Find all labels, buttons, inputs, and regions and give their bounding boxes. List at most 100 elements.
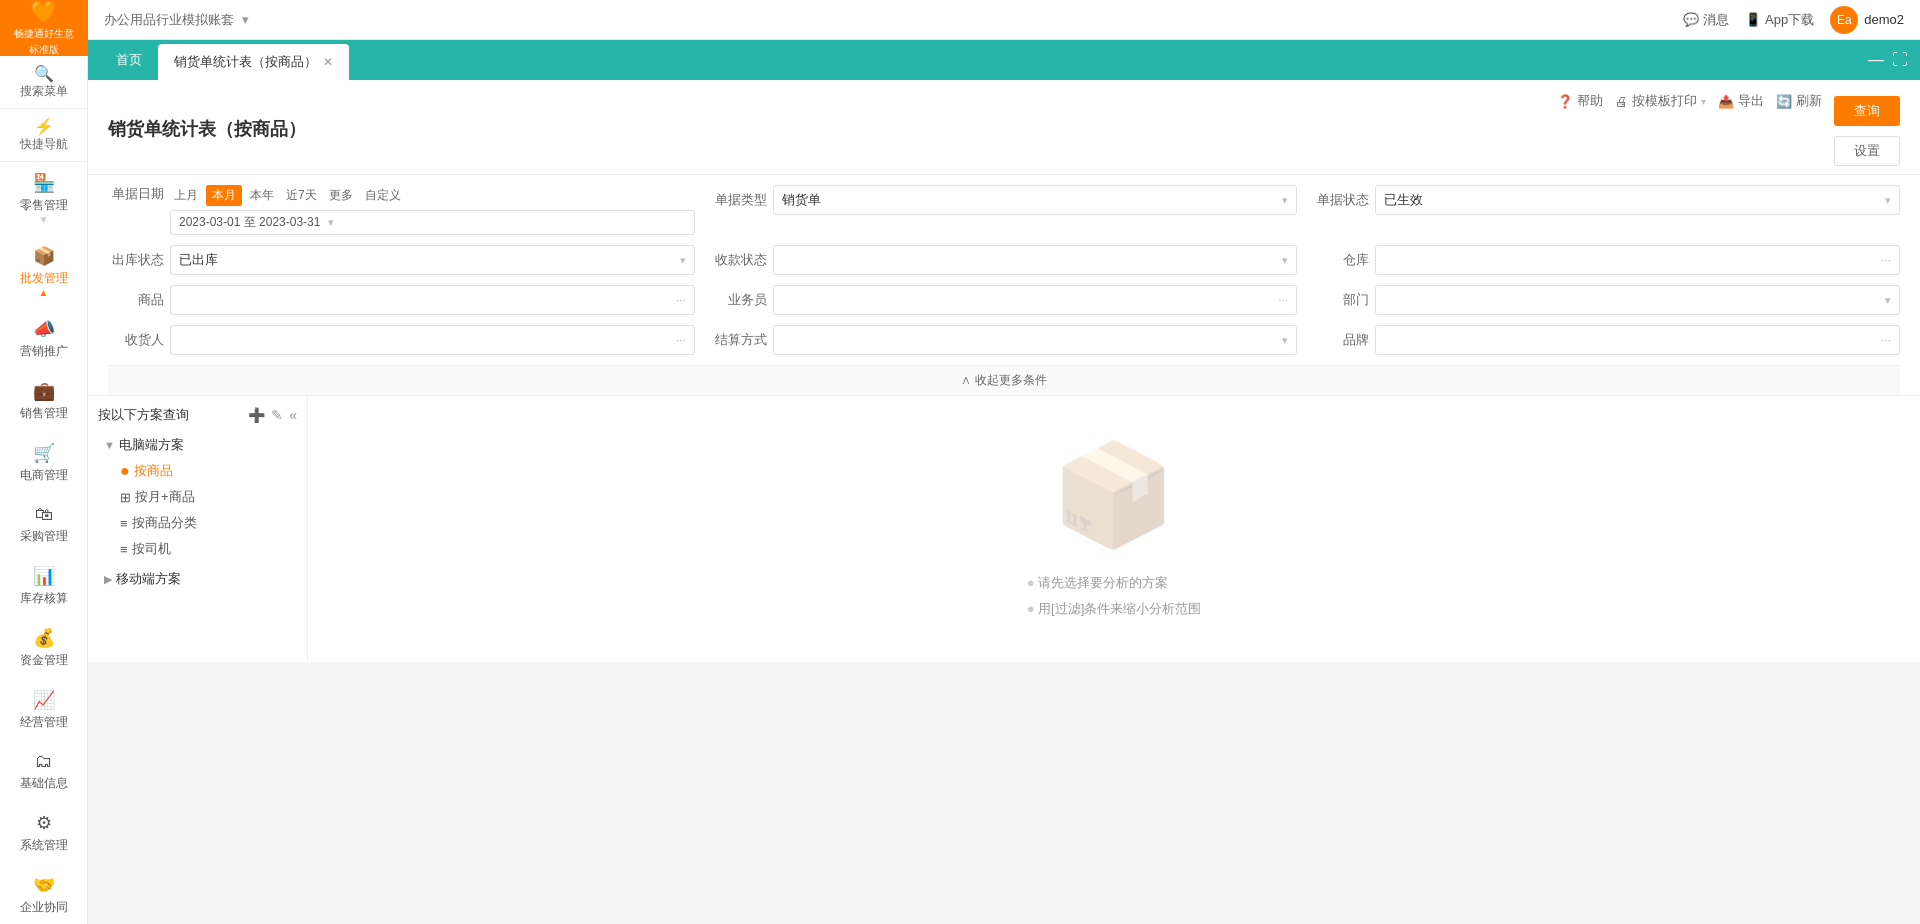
tab-stats[interactable]: 销货单统计表（按商品） ✕ [158,44,349,80]
left-panel-action-group: ➕ ✎ « [248,407,297,423]
date-filter-inputs: 上月 本月 本年 近7天 更多 自定义 2023-03-01 至 2023-03… [170,185,695,235]
date-quick-tabs: 上月 本月 本年 近7天 更多 自定义 [170,185,695,206]
tab-home[interactable]: 首页 [100,40,158,80]
date-tab-custom[interactable]: 自定义 [361,185,405,206]
settle-input[interactable]: ▾ [773,325,1298,355]
collapse-panel-icon[interactable]: « [289,407,297,423]
date-range-value: 2023-03-01 至 2023-03-31 [179,214,320,231]
sidebar-item-retail[interactable]: 🏪 零售管理 ▼ [0,162,87,235]
sidebar-purchase-label: 采购管理 [20,528,68,545]
tab-minimize-icon[interactable]: — [1868,51,1884,69]
tab-bar: 首页 销货单统计表（按商品） ✕ — ⛶ [88,40,1920,80]
out-status-cell: 出库状态 已出库 ▾ [108,245,695,275]
sidebar-search[interactable]: 🔍 搜索菜单 [0,56,87,109]
message-action[interactable]: 💬 消息 [1683,11,1729,29]
date-tab-prev-month[interactable]: 上月 [170,185,202,206]
left-panel-header: 按以下方案查询 ➕ ✎ « [98,406,297,424]
tab-close-icon[interactable]: ✕ [323,55,333,69]
date-tab-more[interactable]: 更多 [325,185,357,206]
settle-label: 结算方式 [711,331,767,349]
sidebar-item-finance[interactable]: 💰 资金管理 [0,617,87,679]
receiver-input[interactable]: ··· [170,325,695,355]
sidebar-item-inventory[interactable]: 📊 库存核算 [0,555,87,617]
sidebar-search-label: 搜索菜单 [0,83,87,100]
filter-row-1: 单据日期 上月 本月 本年 近7天 更多 自定义 2023- [108,185,1900,235]
logo-icon: 🧡 [30,0,57,25]
collect-label: 收款状态 [711,251,767,269]
sidebar-item-purchase[interactable]: 🛍 采购管理 [0,494,87,555]
sales-icon: 💼 [33,380,55,402]
out-status-label: 出库状态 [108,251,164,269]
tree-item-by-month-goods[interactable]: ⊞ 按月+商品 [114,484,297,510]
status-input[interactable]: 已生效 ▾ [1375,185,1900,215]
brand-label: 品牌 [1313,331,1369,349]
out-status-value: 已出库 [179,251,218,269]
tree-item-by-category[interactable]: ≡ 按商品分类 [114,510,297,536]
settings-button[interactable]: 设置 [1834,136,1900,166]
edit-scheme-icon[interactable]: ✎ [271,407,283,423]
dept-arrow: ▾ [1885,294,1891,307]
tab-maximize-icon[interactable]: ⛶ [1892,51,1908,69]
receiver-dots-icon[interactable]: ··· [676,333,686,347]
sidebar-item-collab[interactable]: 🤝 企业协同 [0,864,87,924]
page-title: 销货单统计表（按商品） [108,117,306,141]
sidebar-quick-nav[interactable]: ⚡ 快捷导航 [0,109,87,162]
header-action-group: ❓ 帮助 🖨 按模板打印 ▾ 📤 导出 🔄 [1557,92,1822,110]
sidebar-item-system[interactable]: ⚙ 系统管理 [0,802,87,864]
date-tab-this-month[interactable]: 本月 [206,185,242,206]
empty-steps-list: 请先选择要分析的方案 用[过滤]条件来缩小分析范围 [1027,570,1202,622]
sidebar-item-marketing[interactable]: 📣 营销推广 [0,308,87,370]
app-download-icon: 📱 [1745,12,1761,27]
add-scheme-icon[interactable]: ➕ [248,407,265,423]
goods-dots-icon[interactable]: ··· [676,293,686,307]
receiver-cell: 收货人 ··· [108,325,695,355]
sidebar-inventory-label: 库存核算 [20,590,68,607]
right-content: 📦 请先选择要分析的方案 用[过滤]条件来缩小分析范围 [308,396,1920,662]
sidebar-item-basic[interactable]: 🗂 基础信息 [0,741,87,802]
out-status-input[interactable]: 已出库 ▾ [170,245,695,275]
collapse-bar[interactable]: ∧ 收起更多条件 [108,365,1900,395]
print-btn[interactable]: 🖨 按模板打印 ▾ [1615,92,1706,110]
collect-input[interactable]: ▾ [773,245,1298,275]
driver-icon: ≡ [120,542,128,557]
goods-input[interactable]: ··· [170,285,695,315]
refresh-btn[interactable]: 🔄 刷新 [1776,92,1822,110]
date-tab-this-year[interactable]: 本年 [246,185,278,206]
sidebar-item-wholesale[interactable]: 📦 批发管理 ▲ [0,235,87,308]
type-input[interactable]: 销货单 ▾ [773,185,1298,215]
warehouse-dots-icon[interactable]: ··· [1881,253,1891,267]
print-arrow-icon: ▾ [1701,96,1706,107]
tree-expand-icon: ▼ [104,439,115,451]
brand-dots-icon[interactable]: ··· [1881,333,1891,347]
staff-label: 业务员 [711,291,767,309]
tree-item-by-driver[interactable]: ≡ 按司机 [114,536,297,562]
tree-desktop-group[interactable]: ▼ 电脑端方案 [98,432,297,458]
brand-input[interactable]: ··· [1375,325,1900,355]
tree-item-by-goods[interactable]: ● 按商品 [114,458,297,484]
industry-label: 办公用品行业模拟账套 [104,11,234,29]
warehouse-input[interactable]: ··· [1375,245,1900,275]
date-range-input[interactable]: 2023-03-01 至 2023-03-31 ▾ [170,210,695,235]
sidebar-item-sales[interactable]: 💼 销售管理 [0,370,87,432]
warehouse-label: 仓库 [1313,251,1369,269]
tree-desktop-label: 电脑端方案 [119,436,184,454]
app-download-action[interactable]: 📱 App下载 [1745,11,1814,29]
help-btn[interactable]: ❓ 帮助 [1557,92,1603,110]
header-left: 办公用品行业模拟账套 ▾ [104,11,249,29]
app-logo[interactable]: 🧡 畅捷通好生意 标准版 [0,0,88,56]
tree-by-driver-label: 按司机 [132,540,171,558]
query-button[interactable]: 查询 [1834,96,1900,126]
sidebar-retail-label: 零售管理 [20,197,68,214]
sidebar-sales-label: 销售管理 [20,405,68,422]
export-btn[interactable]: 📤 导出 [1718,92,1764,110]
user-area[interactable]: Ea demo2 [1830,6,1904,34]
staff-input[interactable]: ··· [773,285,1298,315]
dept-input[interactable]: ▾ [1375,285,1900,315]
purchase-icon: 🛍 [35,504,53,525]
sidebar-item-ecom[interactable]: 🛒 电商管理 [0,432,87,494]
tree-mobile-group[interactable]: ▶ 移动端方案 [98,566,297,592]
sidebar-item-operation[interactable]: 📈 经营管理 [0,679,87,741]
industry-dropdown-icon[interactable]: ▾ [242,12,249,27]
date-tab-7days[interactable]: 近7天 [282,185,321,206]
staff-dots-icon[interactable]: ··· [1278,293,1288,307]
